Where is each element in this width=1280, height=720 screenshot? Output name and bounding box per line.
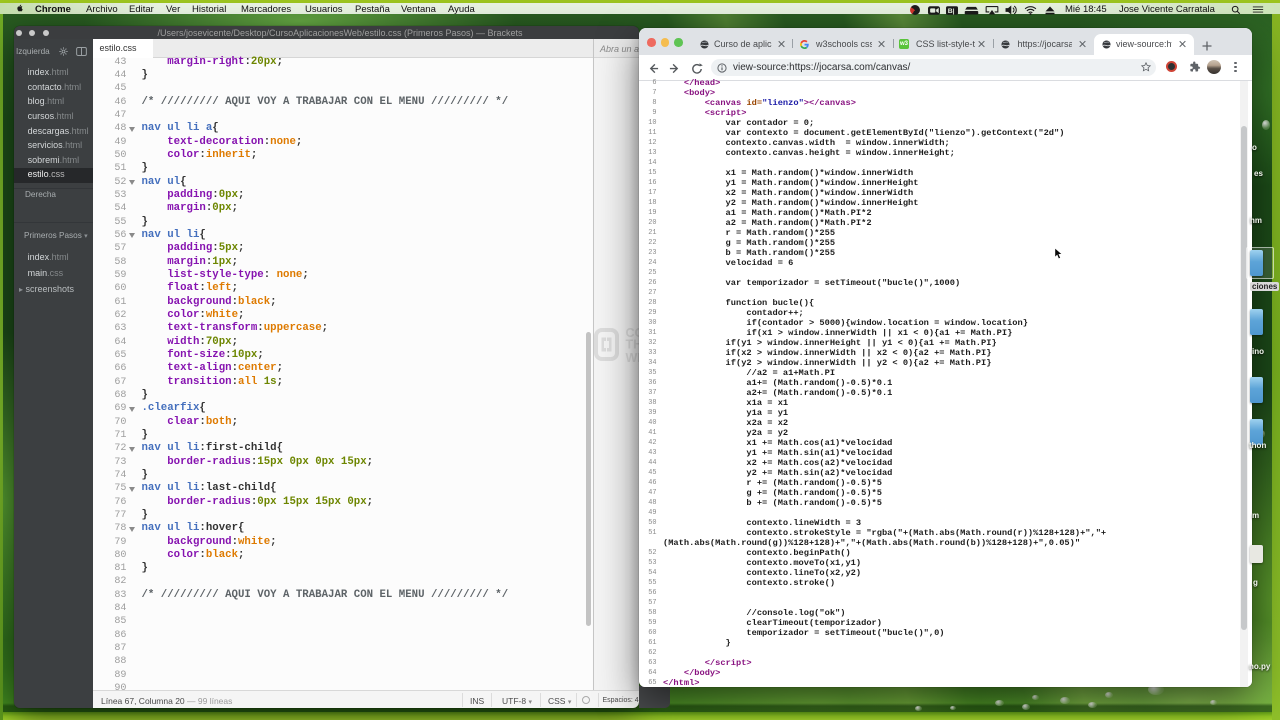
svg-text:B|: B| bbox=[948, 8, 955, 15]
